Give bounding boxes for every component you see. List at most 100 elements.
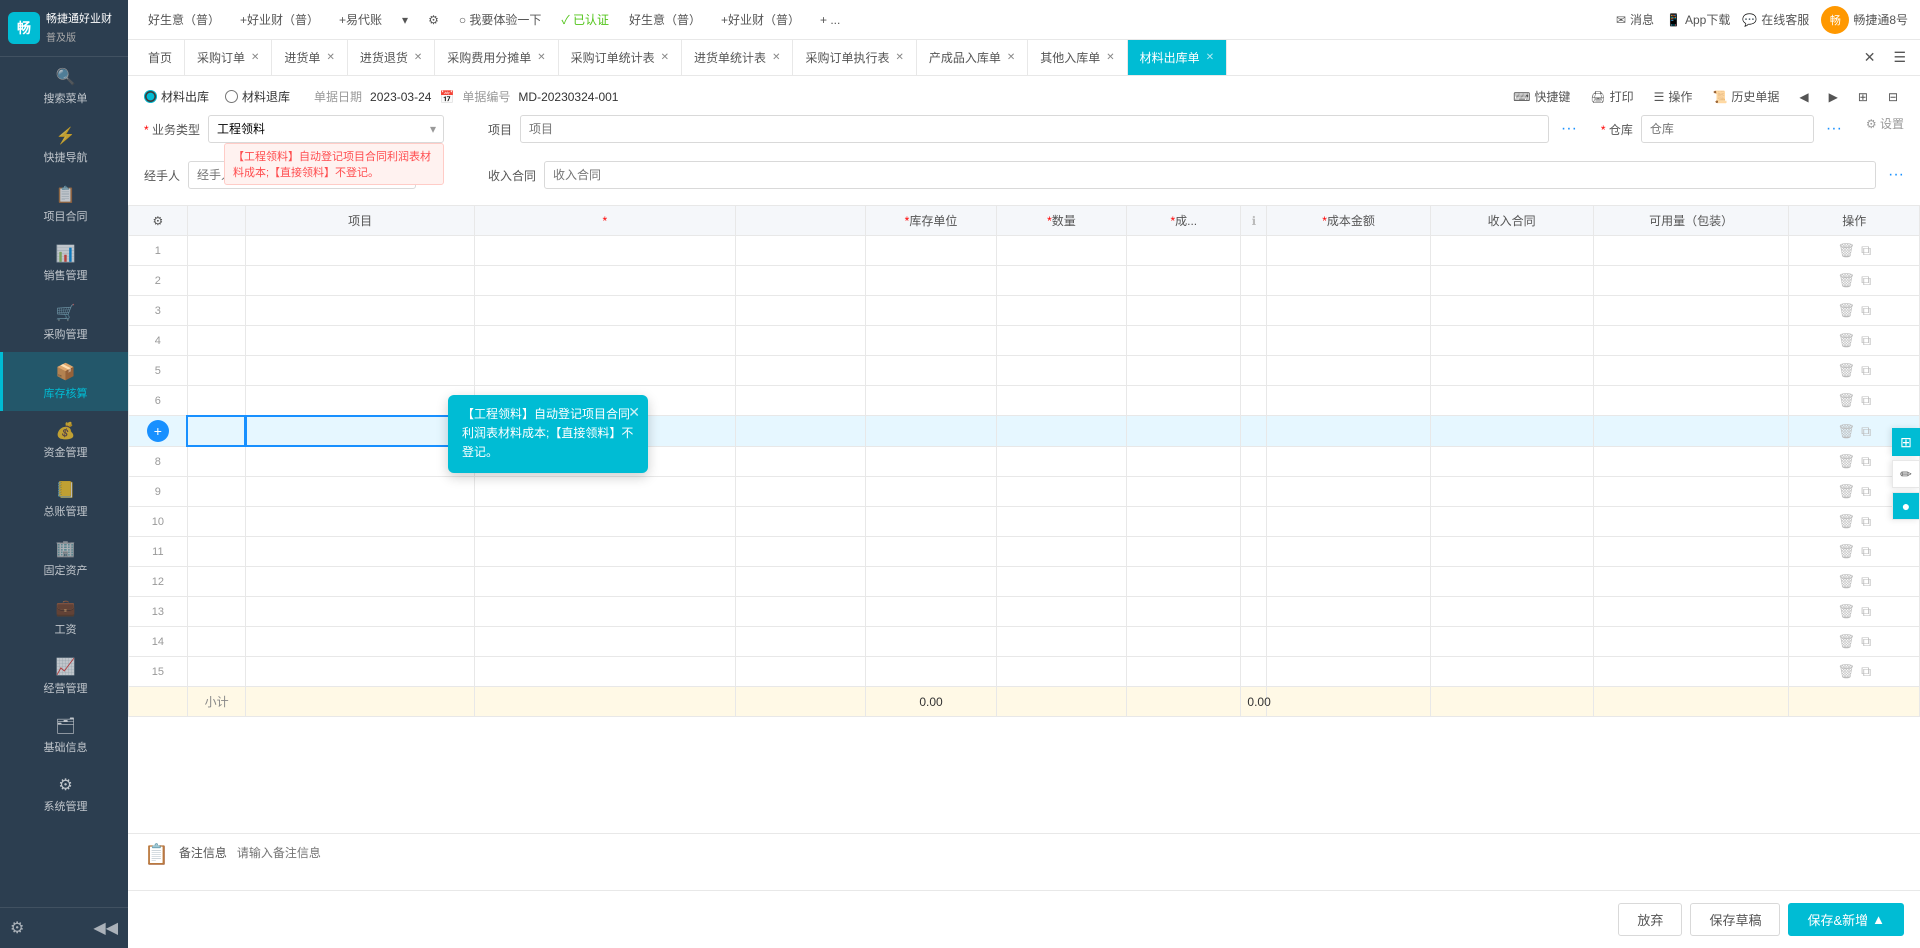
nav-haoyecai[interactable]: +好业财（普）: [232, 7, 327, 32]
delete-row-icon[interactable]: 🗑: [1834, 302, 1858, 318]
copy-row-icon[interactable]: ⧉: [1858, 242, 1874, 258]
sidebar-item-purchase[interactable]: 🛒 采购管理: [0, 293, 128, 352]
tab-close-icon[interactable]: ✕: [1007, 52, 1015, 63]
sidebar-item-ledger[interactable]: 📒 总账管理: [0, 470, 128, 529]
nav-settings-icon[interactable]: ⚙: [420, 9, 447, 31]
tab-finished-goods[interactable]: 产成品入库单 ✕: [917, 40, 1028, 76]
copy-row-icon[interactable]: ⧉: [1858, 453, 1874, 469]
tab-close-all-icon[interactable]: ✕: [1858, 47, 1882, 68]
sidebar-item-ops[interactable]: 📈 经营管理: [0, 647, 128, 706]
delete-row-icon[interactable]: 🗑: [1834, 242, 1858, 258]
tab-purchase-receipt-stats[interactable]: 进货单统计表 ✕: [682, 40, 793, 76]
message-btn[interactable]: ✉ 消息: [1616, 11, 1654, 28]
save-draft-button[interactable]: 保存草稿: [1690, 903, 1780, 936]
sidebar-item-quick-nav[interactable]: ⚡ 快捷导航: [0, 116, 128, 175]
copy-row-icon[interactable]: ⧉: [1858, 332, 1874, 348]
copy-row-icon[interactable]: ⧉: [1858, 392, 1874, 408]
delete-row-icon[interactable]: 🗑: [1834, 603, 1858, 619]
nav-dropdown[interactable]: ▾: [394, 9, 416, 31]
tab-purchase-order-exec[interactable]: 采购订单执行表 ✕: [793, 40, 916, 76]
tab-close-icon[interactable]: ✕: [772, 52, 780, 63]
history-btn[interactable]: 📜 历史单据: [1706, 86, 1785, 107]
calendar-icon[interactable]: 📅: [439, 90, 454, 104]
business-type-select-wrapper[interactable]: 工程领料 直接领料: [208, 115, 444, 143]
right-tool-status-btn[interactable]: ●: [1892, 492, 1920, 520]
delete-row-icon[interactable]: 🗑: [1834, 573, 1858, 589]
tab-purchase-receipt[interactable]: 进货单 ✕: [272, 40, 347, 76]
copy-row-icon[interactable]: ⧉: [1858, 513, 1874, 529]
radio-material-outbound[interactable]: 材料出库: [144, 88, 209, 105]
discard-button[interactable]: 放弃: [1618, 903, 1682, 936]
tab-purchase-order[interactable]: 采购订单 ✕: [185, 40, 272, 76]
sidebar-item-system[interactable]: ⚙ 系统管理: [0, 765, 128, 824]
save-new-button[interactable]: 保存&新增 ▲: [1788, 903, 1904, 936]
tab-material-outbound[interactable]: 材料出库单 ✕: [1128, 40, 1227, 76]
tab-close-icon[interactable]: ✕: [895, 52, 903, 63]
sidebar-item-assets[interactable]: 🏢 固定资产: [0, 529, 128, 588]
income-contract-dots-btn[interactable]: ···: [1888, 166, 1904, 184]
tab-close-icon[interactable]: ✕: [251, 52, 259, 63]
tab-close-icon[interactable]: ✕: [661, 52, 669, 63]
nav-haoshengyi[interactable]: 好生意（普）: [140, 7, 228, 32]
shortcut-btn[interactable]: ⌨ 快捷键: [1507, 86, 1576, 107]
copy-row-icon[interactable]: ⧉: [1858, 633, 1874, 649]
copy-row-icon[interactable]: ⧉: [1858, 573, 1874, 589]
prev-record-btn[interactable]: ◀: [1793, 88, 1814, 106]
copy-row-icon[interactable]: ⧉: [1858, 302, 1874, 318]
right-tool-grid-btn[interactable]: ⊞: [1892, 428, 1920, 456]
notes-input[interactable]: [237, 842, 1904, 882]
tab-close-icon[interactable]: ✕: [1206, 52, 1214, 63]
sidebar-item-project[interactable]: 📋 项目合同: [0, 175, 128, 234]
income-contract-input[interactable]: [544, 161, 1876, 189]
tab-menu-icon[interactable]: ☰: [1887, 47, 1912, 68]
sidebar-item-search[interactable]: 🔍 搜索菜单: [0, 57, 128, 116]
delete-row-icon[interactable]: 🗑: [1834, 543, 1858, 559]
tab-other-inbound[interactable]: 其他入库单 ✕: [1028, 40, 1127, 76]
copy-row-icon[interactable]: ⧉: [1858, 362, 1874, 378]
sidebar-item-sales[interactable]: 📊 销售管理: [0, 234, 128, 293]
tab-purchase-return[interactable]: 进货退货 ✕: [348, 40, 435, 76]
delete-row-icon[interactable]: 🗑: [1834, 483, 1858, 499]
delete-row-icon[interactable]: 🗑: [1834, 633, 1858, 649]
collapse-icon[interactable]: ◀◀: [93, 918, 118, 938]
delete-row-icon[interactable]: 🗑: [1834, 663, 1858, 679]
tab-close-icon[interactable]: ✕: [1106, 52, 1114, 63]
nav-yidaizhang[interactable]: +易代账: [331, 7, 390, 32]
delete-row-icon[interactable]: 🗑: [1834, 423, 1858, 439]
info-icon[interactable]: ℹ: [1252, 214, 1257, 228]
online-service-btn[interactable]: 💬 在线客服: [1742, 11, 1809, 28]
project-input[interactable]: [520, 115, 1549, 143]
copy-row-icon[interactable]: ⧉: [1858, 483, 1874, 499]
sidebar-item-basic[interactable]: 🗂 基础信息: [0, 706, 128, 765]
view-toggle-list[interactable]: ⊟: [1882, 88, 1904, 106]
tooltip-close-btn[interactable]: ✕: [628, 401, 640, 423]
tab-close-icon[interactable]: ✕: [414, 52, 422, 63]
tab-close-icon[interactable]: ✕: [537, 52, 545, 63]
copy-row-icon[interactable]: ⧉: [1858, 272, 1874, 288]
tab-purchase-order-stats[interactable]: 采购订单统计表 ✕: [559, 40, 682, 76]
print-btn[interactable]: 🖨 打印: [1584, 86, 1639, 107]
sidebar-item-inventory[interactable]: 📦 库存核算: [0, 352, 128, 411]
th-settings[interactable]: ⚙: [129, 206, 188, 236]
delete-row-icon[interactable]: 🗑: [1834, 453, 1858, 469]
delete-row-icon[interactable]: 🗑: [1834, 392, 1858, 408]
user-profile[interactable]: 畅 畅捷通8号: [1821, 6, 1908, 34]
copy-row-icon[interactable]: ⧉: [1858, 423, 1874, 439]
right-tool-edit-btn[interactable]: ✏: [1892, 460, 1920, 488]
delete-row-icon[interactable]: 🗑: [1834, 513, 1858, 529]
operations-btn[interactable]: ☰ 操作: [1648, 86, 1699, 107]
warehouse-input[interactable]: [1641, 115, 1814, 143]
add-row-button[interactable]: +: [147, 420, 169, 442]
tab-home[interactable]: 首页: [136, 40, 185, 76]
app-download-btn[interactable]: 📱 App下载: [1666, 11, 1730, 28]
radio-material-return[interactable]: 材料退库: [225, 88, 290, 105]
copy-row-icon[interactable]: ⧉: [1858, 603, 1874, 619]
sidebar-item-finance[interactable]: 💰 资金管理: [0, 411, 128, 470]
copy-row-icon[interactable]: ⧉: [1858, 543, 1874, 559]
next-record-btn[interactable]: ▶: [1823, 88, 1844, 106]
delete-row-icon[interactable]: 🗑: [1834, 362, 1858, 378]
view-toggle-grid[interactable]: ⊞: [1852, 88, 1874, 106]
settings-btn[interactable]: ⚙ 设置: [1866, 115, 1904, 132]
settings-icon[interactable]: ⚙: [10, 918, 24, 938]
business-type-select[interactable]: 工程领料 直接领料: [208, 115, 444, 143]
